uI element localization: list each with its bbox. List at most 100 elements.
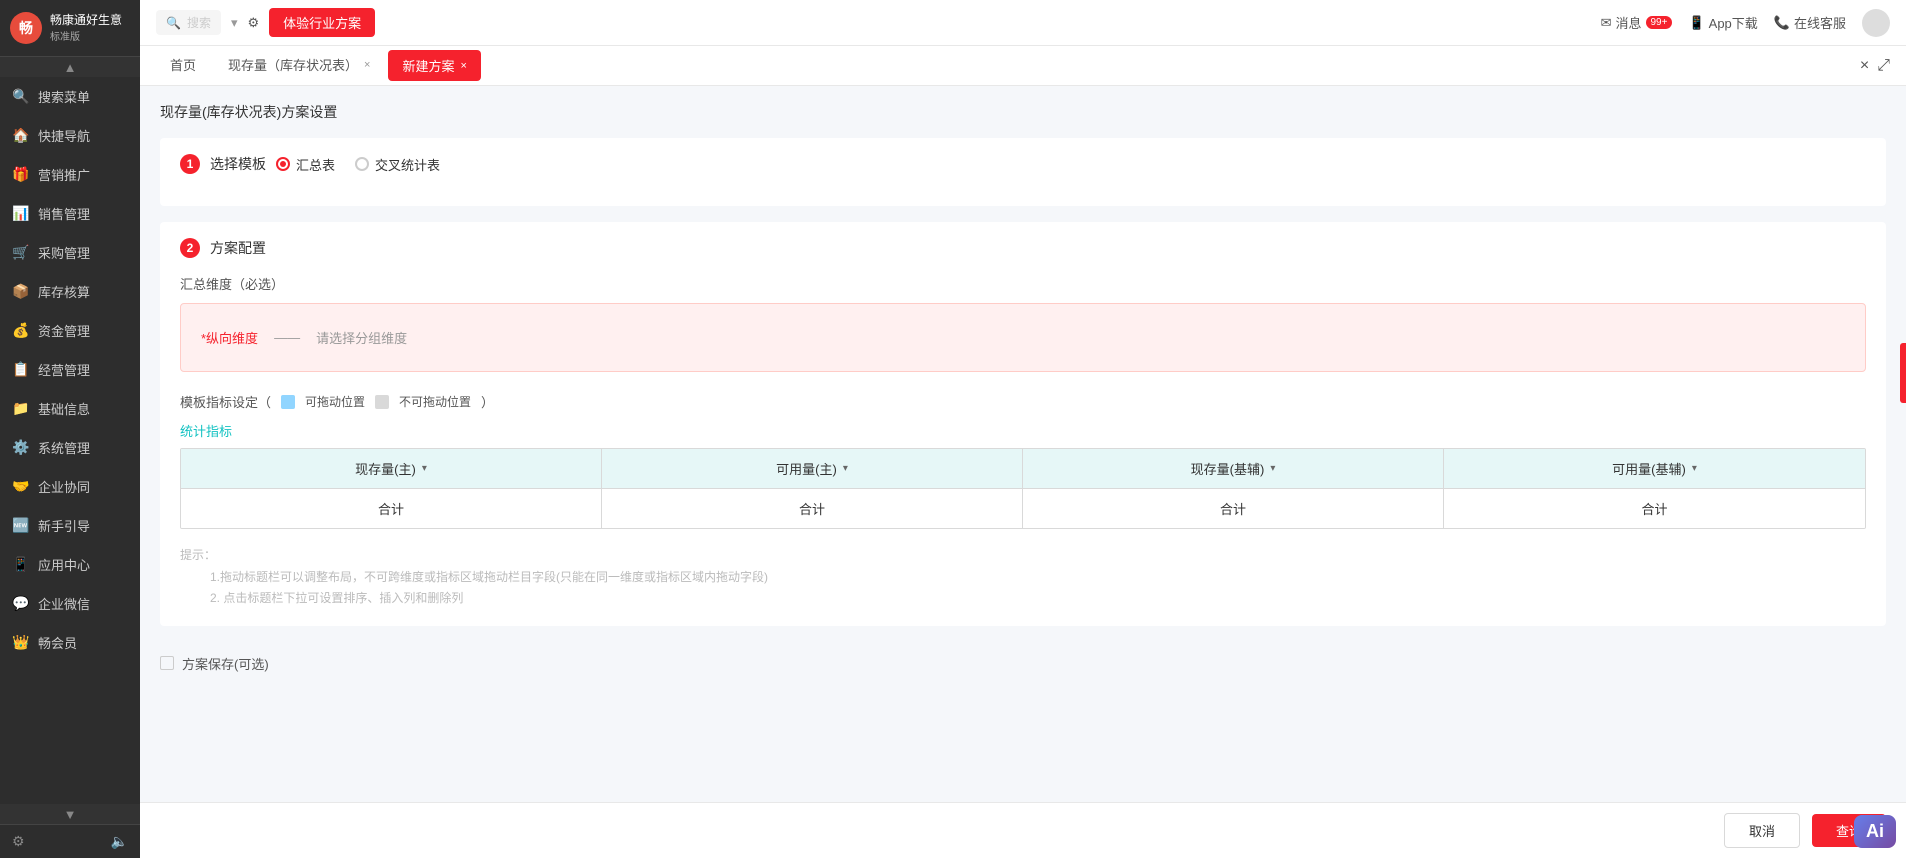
sidebar-item-quick-nav[interactable]: 🏠 快捷导航 <box>0 116 140 155</box>
topbar-dropdown-icon[interactable]: ▾ <box>231 15 238 31</box>
quick-nav-icon: 🏠 <box>12 127 30 145</box>
tab-close-btn[interactable]: × <box>1860 57 1869 75</box>
sidebar-item-guide[interactable]: 🆕 新手引导 <box>0 506 140 545</box>
app-version: 标准版 <box>50 28 122 43</box>
sidebar-item-operations[interactable]: 📋 经营管理 <box>0 350 140 389</box>
sidebar-item-label: 营销推广 <box>38 165 90 184</box>
sidebar-nav: 🔍 搜索菜单 🏠 快捷导航 🎁 营销推广 📊 销售管理 🛒 采购管理 📦 库存核… <box>0 77 140 804</box>
section-2-title: 方案配置 <box>210 238 266 258</box>
sidebar-item-finance[interactable]: 💰 资金管理 <box>0 311 140 350</box>
aggregate-section: 汇总维度（必选） *纵向维度 —— 请选择分组维度 <box>180 274 1866 372</box>
section-1: 1 选择模板 汇总表 交叉统计表 <box>160 138 1886 206</box>
purchase-icon: 🛒 <box>12 244 30 262</box>
col-3-label: 现存量(基辅) <box>1191 459 1265 478</box>
radio-cross[interactable]: 交叉统计表 <box>355 155 440 174</box>
template-radio-group: 汇总表 交叉统计表 <box>276 155 440 174</box>
tips-section: 提示： 1.拖动标题栏可以调整布局，不可跨维度或指标区域拖动栏目字段(只能在同一… <box>180 545 1866 610</box>
save-checkbox[interactable] <box>160 656 174 670</box>
sidebar-item-label: 畅会员 <box>38 633 77 652</box>
search-icon: 🔍 <box>166 16 181 30</box>
sidebar-item-search-menu[interactable]: 🔍 搜索菜单 <box>0 77 140 116</box>
topbar-search-area[interactable]: 🔍 搜索 <box>156 10 221 35</box>
sidebar-item-marketing[interactable]: 🎁 营销推广 <box>0 155 140 194</box>
settings-icon[interactable]: ⚙ <box>12 833 25 850</box>
customer-service-btn[interactable]: 📞 在线客服 <box>1774 13 1846 32</box>
sales-icon: 📊 <box>12 205 30 223</box>
stat-table-header: 现存量(主) ▾ 可用量(主) ▾ 现存量(基辅) ▾ 可用量(基辅) <box>181 449 1865 489</box>
topbar-right: ✉ 消息 99+ 📱 App下载 📞 在线客服 <box>1601 9 1890 37</box>
sidebar-item-inventory[interactable]: 📦 库存核算 <box>0 272 140 311</box>
cancel-button[interactable]: 取消 <box>1724 813 1800 848</box>
sidebar-item-wechat[interactable]: 💬 企业微信 <box>0 584 140 623</box>
section-1-num: 1 <box>180 154 200 174</box>
tab-home[interactable]: 首页 <box>156 47 210 84</box>
app-download-label: App下载 <box>1709 13 1758 32</box>
col-3-chevron[interactable]: ▾ <box>1270 463 1275 474</box>
col-1-chevron[interactable]: ▾ <box>422 463 427 474</box>
tip-1-text: 1.拖动标题栏可以调整布局，不可跨维度或指标区域拖动栏目字段(只能在同一维度或指… <box>210 567 768 589</box>
draggable-label: 可拖动位置 <box>305 393 365 410</box>
member-icon: 👑 <box>12 634 30 652</box>
col-body-1: 合计 <box>181 489 602 528</box>
col-2-label: 可用量(主) <box>776 459 837 478</box>
ai-badge[interactable]: Ai <box>1854 815 1896 848</box>
sidebar-item-basic-info[interactable]: 📁 基础信息 <box>0 389 140 428</box>
section-2-header: 2 方案配置 <box>180 238 1866 258</box>
sidebar-item-sales[interactable]: 📊 销售管理 <box>0 194 140 233</box>
dimension-area[interactable]: *纵向维度 —— 请选择分组维度 <box>180 303 1866 372</box>
dimension-required-label: *纵向维度 <box>201 328 258 347</box>
stat-table: 现存量(主) ▾ 可用量(主) ▾ 现存量(基辅) ▾ 可用量(基辅) <box>180 448 1866 529</box>
tab-new-scheme-close[interactable]: × <box>460 60 466 72</box>
message-label: 消息 <box>1615 13 1641 32</box>
section-1-title: 选择模板 <box>210 154 266 174</box>
col-header-4[interactable]: 可用量(基辅) ▾ <box>1444 449 1865 488</box>
tab-inventory-status-close[interactable]: × <box>364 59 370 71</box>
finance-icon: 💰 <box>12 322 30 340</box>
message-icon: ✉ <box>1601 15 1612 31</box>
stat-section-title: 统计指标 <box>180 421 1866 440</box>
sidebar-item-app-center[interactable]: 📱 应用中心 <box>0 545 140 584</box>
not-draggable-badge <box>375 395 389 409</box>
col-header-2[interactable]: 可用量(主) ▾ <box>602 449 1023 488</box>
col-2-chevron[interactable]: ▾ <box>843 463 848 474</box>
search-menu-icon: 🔍 <box>12 88 30 106</box>
user-avatar[interactable] <box>1862 9 1890 37</box>
audio-icon[interactable]: 🔈 <box>111 833 128 850</box>
content-area: 现存量(库存状况表)方案设置 1 选择模板 汇总表 交叉统计表 <box>140 86 1906 802</box>
sidebar-item-member[interactable]: 👑 畅会员 <box>0 623 140 662</box>
topbar-settings-icon[interactable]: ⚙ <box>248 15 260 31</box>
sidebar-item-label: 经营管理 <box>38 360 90 379</box>
tip-2: 2. 点击标题栏下拉可设置排序、插入列和删除列 <box>210 588 1866 610</box>
sidebar-scroll-down[interactable]: ▼ <box>0 804 140 824</box>
col-4-chevron[interactable]: ▾ <box>1692 463 1697 474</box>
basic-info-icon: 📁 <box>12 400 30 418</box>
sidebar-item-label: 采购管理 <box>38 243 90 262</box>
radio-cross-label: 交叉统计表 <box>375 155 440 174</box>
aggregate-label: 汇总维度（必选） <box>180 274 1866 293</box>
not-draggable-label: 不可拖动位置 <box>399 393 471 410</box>
tab-inventory-status[interactable]: 现存量（库存状况表） × <box>214 47 384 84</box>
radio-summary[interactable]: 汇总表 <box>276 155 335 174</box>
inventory-icon: 📦 <box>12 283 30 301</box>
sidebar-item-system[interactable]: ⚙️ 系统管理 <box>0 428 140 467</box>
tab-expand-btn[interactable]: ⤢ <box>1877 57 1890 75</box>
app-download-btn[interactable]: 📱 App下载 <box>1688 13 1757 32</box>
col-body-2: 合计 <box>602 489 1023 528</box>
message-btn[interactable]: ✉ 消息 99+ <box>1601 13 1673 32</box>
sidebar-item-label: 基础信息 <box>38 399 90 418</box>
app-download-icon: 📱 <box>1688 15 1704 31</box>
sidebar-item-label: 库存核算 <box>38 282 90 301</box>
col-header-1[interactable]: 现存量(主) ▾ <box>181 449 602 488</box>
trial-btn[interactable]: 体验行业方案 <box>269 8 375 37</box>
topbar: 🔍 搜索 ▾ ⚙ 体验行业方案 ✉ 消息 99+ 📱 App下载 📞 在线客服 <box>140 0 1906 46</box>
sidebar-item-purchase[interactable]: 🛒 采购管理 <box>0 233 140 272</box>
sidebar-item-enterprise[interactable]: 🤝 企业协同 <box>0 467 140 506</box>
sidebar-item-label: 企业微信 <box>38 594 90 613</box>
col-header-3[interactable]: 现存量(基辅) ▾ <box>1023 449 1444 488</box>
tab-new-scheme[interactable]: 新建方案 × <box>388 50 480 81</box>
tab-inventory-status-label: 现存量（库存状况表） <box>228 55 358 74</box>
tabs-bar: 首页 现存量（库存状况表） × 新建方案 × × ⤢ <box>140 46 1906 86</box>
sidebar-item-label: 系统管理 <box>38 438 90 457</box>
customer-service-label: 在线客服 <box>1794 13 1846 32</box>
sidebar-scroll-up[interactable]: ▲ <box>0 57 140 77</box>
